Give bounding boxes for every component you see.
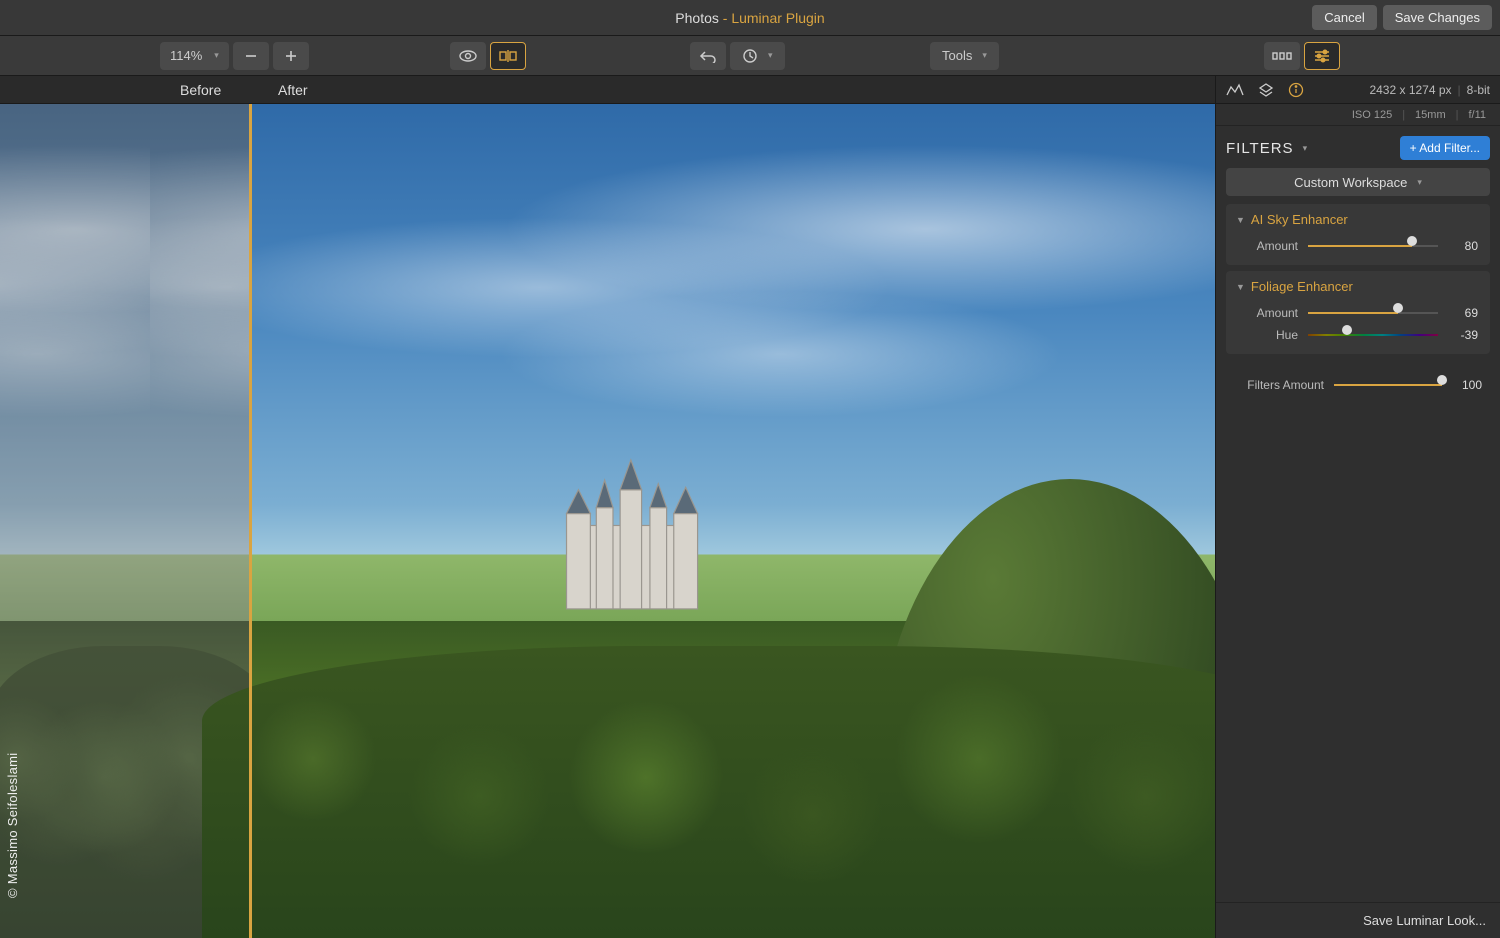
filter-header[interactable]: ▼ AI Sky Enhancer	[1226, 204, 1490, 235]
filters-amount-label: Filters Amount	[1234, 378, 1324, 392]
image-after	[250, 104, 1215, 938]
toolbar: 114% ▾ ▾ Tools ▾	[0, 36, 1500, 76]
filters-amount-row: Filters Amount 100	[1216, 360, 1500, 398]
param-label: Amount	[1238, 239, 1298, 253]
add-filter-button[interactable]: + Add Filter...	[1400, 136, 1490, 160]
param-label: Hue	[1238, 328, 1298, 342]
param-slider[interactable]	[1308, 307, 1438, 319]
chevron-down-icon: ▾	[982, 50, 987, 61]
after-label: After	[278, 82, 308, 98]
castle-illustration	[491, 454, 761, 621]
titlebar: Photos - Luminar Plugin Cancel Save Chan…	[0, 0, 1500, 36]
plugin-name: - Luminar Plugin	[719, 10, 825, 26]
save-changes-button[interactable]: Save Changes	[1383, 5, 1492, 30]
filmstrip-button[interactable]	[1264, 42, 1300, 70]
adjust-panel-button[interactable]	[1304, 42, 1340, 70]
focal-label: 15mm	[1415, 109, 1446, 121]
workspace-label: Custom Workspace	[1294, 175, 1407, 190]
layers-icon[interactable]	[1258, 82, 1274, 98]
compare-labels: Before After	[0, 76, 1215, 104]
undo-button[interactable]	[690, 42, 726, 70]
chevron-down-icon: ▾	[768, 50, 773, 61]
filters-amount-value: 100	[1452, 378, 1482, 392]
zoom-dropdown[interactable]: 114% ▾	[160, 42, 229, 70]
panel-exif-bar: ISO 125 | 15mm | f/11	[1216, 104, 1500, 126]
chevron-down-icon: ▾	[1303, 143, 1309, 154]
info-icon[interactable]	[1288, 82, 1304, 98]
param-value: -39	[1448, 328, 1478, 342]
filters-amount-slider[interactable]	[1334, 379, 1442, 391]
zoom-in-button[interactable]	[273, 42, 309, 70]
preview-toggle-button[interactable]	[450, 42, 486, 70]
bitdepth-label: 8-bit	[1467, 83, 1490, 97]
param-slider[interactable]	[1308, 329, 1438, 341]
save-look-button[interactable]: Save Luminar Look...	[1216, 902, 1500, 938]
aperture-label: f/11	[1468, 109, 1486, 121]
compare-toggle-button[interactable]	[490, 42, 526, 70]
param-row-hue: Hue -39	[1226, 324, 1490, 346]
histogram-icon[interactable]	[1226, 83, 1244, 97]
photo-credit: © Massimo Seifoleslami	[5, 753, 20, 899]
disclosure-triangle-icon: ▼	[1236, 215, 1245, 225]
canvas-area: Before After © Massimo Seifoleslami	[0, 76, 1215, 938]
chevron-down-icon: ▾	[1417, 177, 1422, 188]
cancel-button[interactable]: Cancel	[1312, 5, 1376, 30]
panel-info-bar: 2432 x 1274 px | 8-bit	[1216, 76, 1500, 104]
chevron-down-icon: ▾	[214, 50, 219, 61]
zoom-value: 114%	[170, 48, 202, 63]
disclosure-triangle-icon: ▼	[1236, 282, 1245, 292]
param-value: 69	[1448, 306, 1478, 320]
image-viewport[interactable]: © Massimo Seifoleslami	[0, 104, 1215, 938]
side-panel: 2432 x 1274 px | 8-bit ISO 125 | 15mm | …	[1215, 76, 1500, 938]
main-area: Before After © Massimo Seifoleslami	[0, 76, 1500, 938]
filter-block-foliage-enhancer: ▼ Foliage Enhancer Amount 69 Hue -39	[1226, 271, 1490, 354]
filter-block-ai-sky-enhancer: ▼ AI Sky Enhancer Amount 80	[1226, 204, 1490, 265]
history-dropdown[interactable]: ▾	[730, 42, 785, 70]
zoom-out-button[interactable]	[233, 42, 269, 70]
param-row-amount: Amount 69	[1226, 302, 1490, 324]
tools-dropdown[interactable]: Tools ▾	[930, 42, 999, 70]
tools-label: Tools	[942, 48, 972, 63]
param-slider[interactable]	[1308, 240, 1438, 252]
before-label: Before	[180, 82, 221, 98]
filter-header[interactable]: ▼ Foliage Enhancer	[1226, 271, 1490, 302]
filters-heading[interactable]: FILTERS ▾	[1226, 140, 1308, 157]
compare-split-handle[interactable]	[249, 104, 252, 938]
photo-after	[250, 104, 1215, 938]
filters-header: FILTERS ▾ + Add Filter...	[1216, 126, 1500, 168]
filter-title: AI Sky Enhancer	[1251, 212, 1348, 227]
workspace-dropdown[interactable]: Custom Workspace ▾	[1226, 168, 1490, 196]
param-value: 80	[1448, 239, 1478, 253]
filter-title: Foliage Enhancer	[1251, 279, 1353, 294]
dimensions-label: 2432 x 1274 px	[1369, 83, 1451, 97]
app-name: Photos	[675, 10, 719, 26]
param-row-amount: Amount 80	[1226, 235, 1490, 257]
iso-label: ISO 125	[1352, 109, 1392, 121]
window-title: Photos - Luminar Plugin	[675, 10, 824, 26]
param-label: Amount	[1238, 306, 1298, 320]
